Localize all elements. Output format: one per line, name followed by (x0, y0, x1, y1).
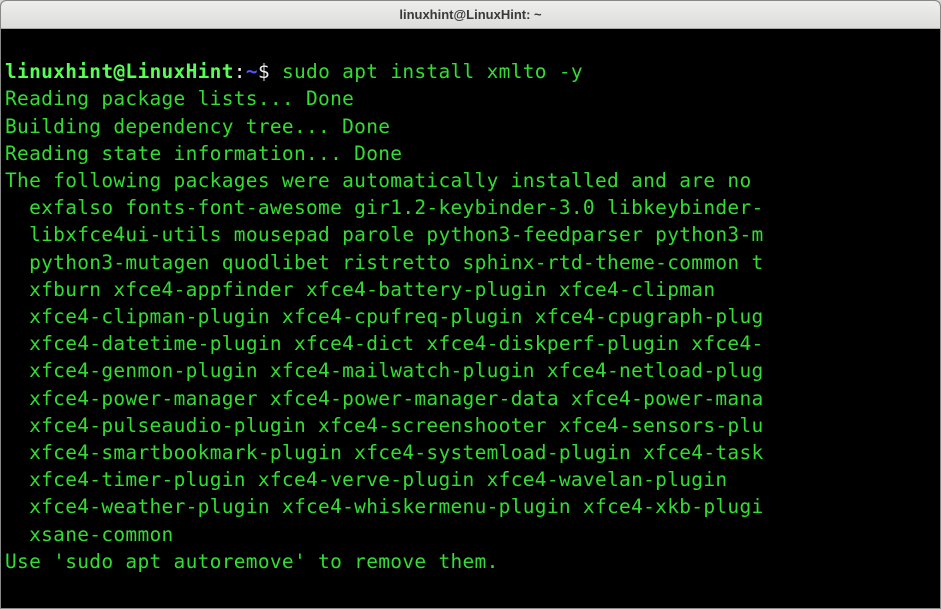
package-line: xfce4-weather-plugin xfce4-whiskermenu-p… (29, 495, 763, 518)
window-title: linuxhint@LinuxHint: ~ (399, 7, 541, 22)
package-line: xsane-common (29, 523, 173, 546)
package-line: xfce4-timer-plugin xfce4-verve-plugin xf… (29, 468, 727, 491)
package-line: xfce4-datetime-plugin xfce4-dict xfce4-d… (29, 332, 763, 355)
prompt-path: ~ (246, 60, 258, 83)
output-line: The following packages were automaticall… (5, 169, 764, 192)
command-text: sudo apt install xmlto -y (282, 60, 583, 83)
output-line: Use 'sudo apt autoremove' to remove them… (5, 550, 499, 573)
package-line: xfce4-power-manager xfce4-power-manager-… (29, 387, 763, 410)
prompt-colon: : (234, 60, 246, 83)
output-line: Reading package lists... Done (5, 87, 354, 110)
package-line: exfalso fonts-font-awesome gir1.2-keybin… (29, 196, 763, 219)
output-line: Building dependency tree... Done (5, 115, 390, 138)
package-line: xfce4-clipman-plugin xfce4-cpufreq-plugi… (29, 305, 763, 328)
window-titlebar[interactable]: linuxhint@LinuxHint: ~ (1, 1, 940, 29)
terminal-window: linuxhint@LinuxHint: ~ linuxhint@LinuxHi… (0, 0, 941, 609)
prompt-user-host: linuxhint@LinuxHint (5, 60, 234, 83)
package-line: xfce4-genmon-plugin xfce4-mailwatch-plug… (29, 359, 763, 382)
package-line: xfce4-smartbookmark-plugin xfce4-systeml… (29, 441, 763, 464)
package-line: python3-mutagen quodlibet ristretto sphi… (29, 251, 763, 274)
output-line: Reading state information... Done (5, 142, 402, 165)
package-line: xfburn xfce4-appfinder xfce4-battery-plu… (29, 278, 715, 301)
terminal-content[interactable]: linuxhint@LinuxHint:~$ sudo apt install … (1, 29, 940, 577)
package-line: libxfce4ui-utils mousepad parole python3… (29, 223, 763, 246)
prompt-dollar: $ (258, 60, 282, 83)
package-line: xfce4-pulseaudio-plugin xfce4-screenshoo… (29, 414, 763, 437)
